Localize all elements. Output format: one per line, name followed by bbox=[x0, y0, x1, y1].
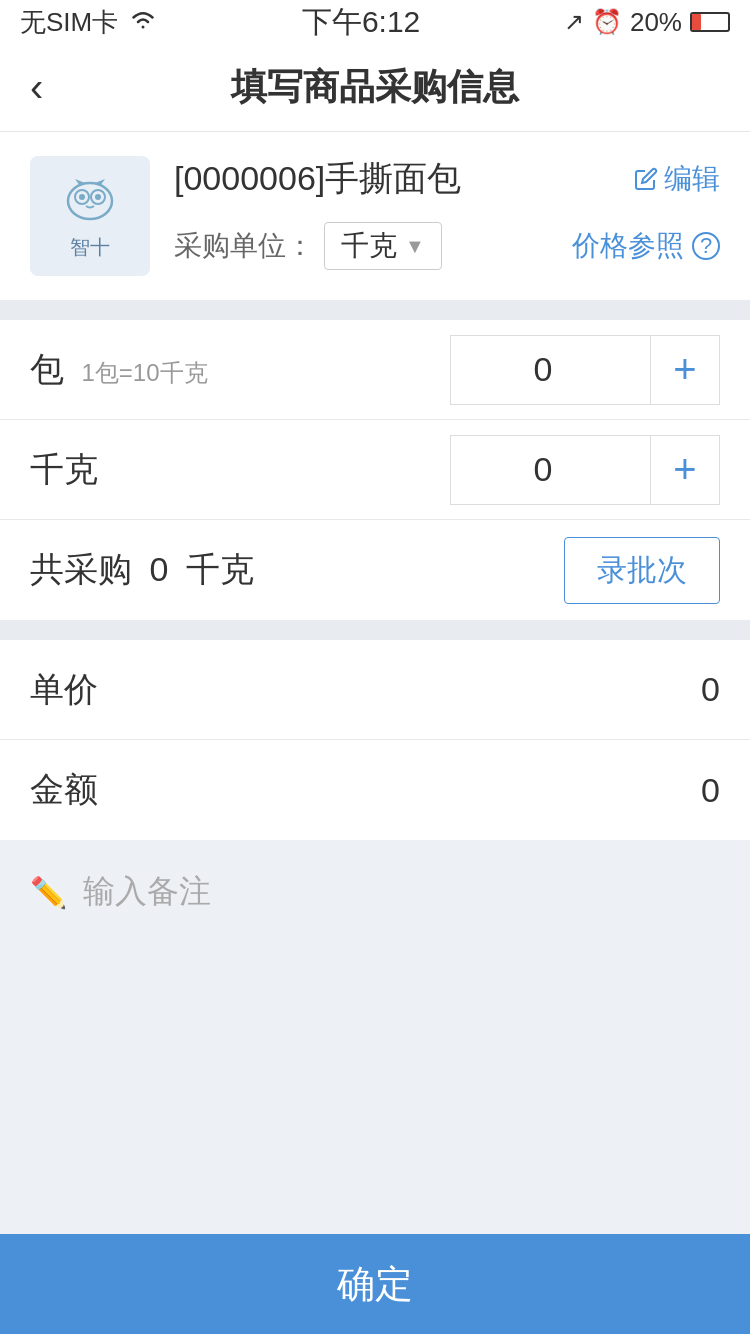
product-image: 智十 bbox=[30, 156, 150, 276]
unit-row: 采购单位： 千克 ▼ 价格参照 ? bbox=[174, 222, 720, 270]
product-name: [0000006]手撕面包 bbox=[174, 156, 461, 202]
alarm-icon: ⏰ bbox=[592, 8, 622, 36]
svg-point-3 bbox=[79, 194, 85, 200]
batch-button[interactable]: 录批次 bbox=[564, 537, 720, 604]
bao-label: 包 1包=10千克 bbox=[30, 347, 450, 393]
bao-input-wrap: + bbox=[450, 335, 720, 405]
pencil-icon: ✏️ bbox=[30, 875, 67, 910]
amount-value: 0 bbox=[701, 771, 720, 810]
unit-price-value: 0 bbox=[701, 670, 720, 709]
remark-section[interactable]: ✏️ 输入备注 bbox=[0, 840, 750, 1040]
unit-label: 采购单位： bbox=[174, 227, 314, 265]
unit-select[interactable]: 千克 ▼ bbox=[324, 222, 442, 270]
unit-price-row: 单价 0 bbox=[0, 640, 750, 740]
bao-plus-button[interactable]: + bbox=[650, 335, 720, 405]
status-bar: 无SIM卡 下午6:12 ↗ ⏰ 20% bbox=[0, 0, 750, 44]
carrier-label: 无SIM卡 bbox=[20, 5, 118, 40]
edit-button[interactable]: 编辑 bbox=[634, 160, 720, 198]
battery-icon bbox=[690, 12, 730, 32]
main-content: 智十 [0000006]手撕面包 编辑 采购单位： bbox=[0, 132, 750, 1334]
unit-price-label: 单价 bbox=[30, 667, 98, 713]
status-left: 无SIM卡 bbox=[20, 5, 158, 40]
product-info: [0000006]手撕面包 编辑 采购单位： 千克 ▼ bbox=[174, 156, 720, 270]
bao-input-row: 包 1包=10千克 + bbox=[0, 320, 750, 420]
price-section: 单价 0 金额 0 bbox=[0, 640, 750, 840]
svg-point-4 bbox=[95, 194, 101, 200]
section-divider-2 bbox=[0, 620, 750, 640]
help-icon: ? bbox=[692, 232, 720, 260]
amount-label: 金额 bbox=[30, 767, 98, 813]
kg-input-row: 千克 + bbox=[0, 420, 750, 520]
input-section: 包 1包=10千克 + 千克 + bbox=[0, 320, 750, 520]
section-divider-1 bbox=[0, 300, 750, 320]
price-ref-button[interactable]: 价格参照 ? bbox=[572, 227, 720, 265]
nav-bar: ‹ 填写商品采购信息 bbox=[0, 44, 750, 132]
kg-input-wrap: + bbox=[450, 435, 720, 505]
amount-row: 金额 0 bbox=[0, 740, 750, 840]
remark-placeholder: ✏️ 输入备注 bbox=[30, 870, 720, 914]
logo-text: 智十 bbox=[70, 234, 110, 261]
product-name-row: [0000006]手撕面包 编辑 bbox=[174, 156, 720, 202]
kg-label: 千克 bbox=[30, 447, 450, 493]
bao-sub: 1包=10千克 bbox=[81, 359, 207, 386]
status-time: 下午6:12 bbox=[302, 2, 420, 43]
confirm-button[interactable]: 确定 bbox=[0, 1234, 750, 1334]
summary-text: 共采购 0 千克 bbox=[30, 547, 254, 593]
dropdown-arrow-icon: ▼ bbox=[405, 235, 425, 258]
status-right: ↗ ⏰ 20% bbox=[564, 7, 730, 38]
back-button[interactable]: ‹ bbox=[30, 65, 43, 110]
svg-point-0 bbox=[68, 183, 112, 219]
wifi-icon bbox=[128, 7, 158, 38]
product-card: 智十 [0000006]手撕面包 编辑 采购单位： bbox=[0, 132, 750, 300]
location-icon: ↗ bbox=[564, 8, 584, 36]
battery-pct: 20% bbox=[630, 7, 682, 38]
summary-row: 共采购 0 千克 录批次 bbox=[0, 520, 750, 620]
bao-number-input[interactable] bbox=[450, 335, 650, 405]
page-title: 填写商品采购信息 bbox=[231, 63, 519, 112]
owl-icon bbox=[60, 171, 120, 230]
kg-number-input[interactable] bbox=[450, 435, 650, 505]
kg-plus-button[interactable]: + bbox=[650, 435, 720, 505]
